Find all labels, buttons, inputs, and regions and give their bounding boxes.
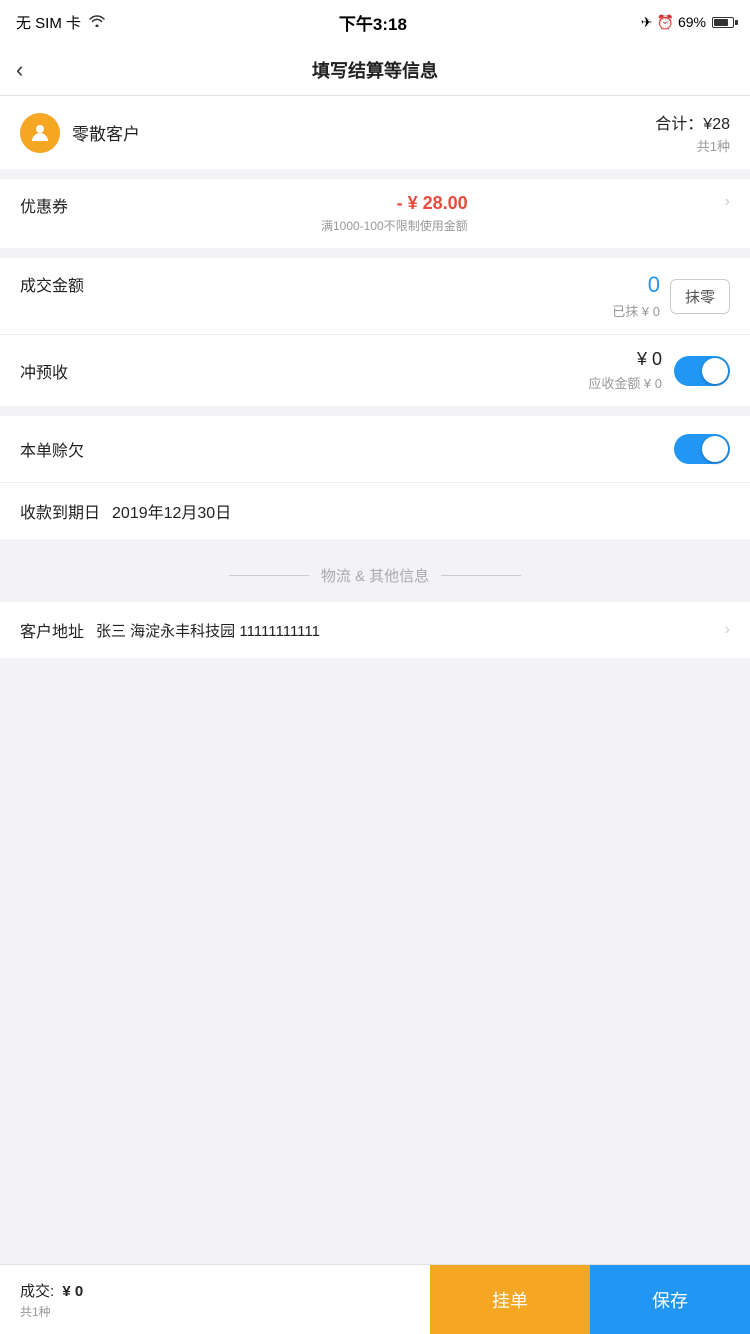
prepayment-sub: 应收金额 ¥ 0 [588, 373, 662, 392]
due-date-label: 收款到期日 [20, 499, 100, 523]
alarm-icon: ⏰ [657, 14, 674, 31]
transaction-section: 成交金额 0 已抹 ¥ 0 抹零 冲预收 ¥ 0 应收金额 ¥ 0 [0, 258, 750, 406]
summary-deal-amount: ¥ 0 [62, 1283, 83, 1300]
toggle-knob [702, 358, 728, 384]
prepayment-values: ¥ 0 应收金额 ¥ 0 [588, 349, 662, 392]
bottom-summary: 成交: ¥ 0 共1种 [0, 1280, 430, 1320]
customer-row: 零散客户 合计：¥28 共1种 [0, 96, 750, 169]
due-date-value: 2019年12月30日 [112, 499, 231, 523]
address-chevron-icon: › [725, 621, 730, 639]
bottom-bar: 成交: ¥ 0 共1种 挂单 保存 [0, 1264, 750, 1334]
customer-left: 零散客户 [20, 113, 140, 153]
address-value: 张三 海淀永丰科技园 11111111111 [96, 620, 721, 641]
address-row[interactable]: 客户地址 张三 海淀永丰科技园 11111111111 › [0, 602, 750, 658]
divider-2 [0, 248, 750, 258]
round-zero-button[interactable]: 抹零 [670, 279, 730, 314]
back-button[interactable]: ‹ [16, 57, 23, 83]
bottom-fill [0, 658, 750, 908]
coupon-right: - ¥ 28.00 满1000-100不限制使用金额 [321, 193, 468, 234]
debt-section: 本单赊欠 收款到期日 2019年12月30日 [0, 416, 750, 539]
customer-count: 共1种 [655, 136, 730, 155]
avatar [20, 113, 60, 153]
prepayment-row: 冲预收 ¥ 0 应收金额 ¥ 0 [0, 334, 750, 406]
transaction-value: 0 [612, 272, 660, 298]
prepayment-right: ¥ 0 应收金额 ¥ 0 [588, 349, 730, 392]
coupon-label: 优惠券 [20, 193, 68, 217]
bottom-summary-count: 共1种 [20, 1303, 410, 1320]
page-title: 填写结算等信息 [312, 57, 438, 83]
transaction-label: 成交金额 [20, 272, 84, 296]
battery-icon [712, 17, 734, 28]
status-right: ✈ ⏰ 69% [641, 14, 734, 31]
divider-1 [0, 169, 750, 179]
coupon-amount: - ¥ 28.00 [321, 193, 468, 214]
prepayment-label: 冲预收 [20, 359, 68, 383]
summary-deal-label: 成交: [20, 1283, 54, 1300]
nav-bar: ‹ 填写结算等信息 [0, 44, 750, 96]
divider-3 [0, 406, 750, 416]
transaction-right: 0 已抹 ¥ 0 抹零 [612, 272, 730, 320]
customer-total: 合计：¥28 [655, 110, 730, 134]
save-button[interactable]: 保存 [590, 1265, 750, 1334]
debt-row: 本单赊欠 [0, 416, 750, 482]
transaction-row: 成交金额 0 已抹 ¥ 0 抹零 [0, 258, 750, 334]
chevron-right-icon: › [725, 193, 730, 211]
divider-4 [0, 539, 750, 549]
status-time: 下午3:18 [339, 10, 407, 35]
status-left: 无 SIM 卡 [16, 12, 105, 33]
transaction-deducted: 已抹 ¥ 0 [612, 301, 660, 320]
wifi-icon [89, 15, 105, 30]
logistics-label: 物流 & 其他信息 [321, 565, 429, 586]
customer-right: 合计：¥28 共1种 [655, 110, 730, 155]
location-icon: ✈ [641, 14, 653, 31]
prepayment-toggle[interactable] [674, 356, 730, 386]
no-sim-label: 无 SIM 卡 [16, 12, 81, 33]
hang-order-button[interactable]: 挂单 [430, 1265, 590, 1334]
logistics-header: 物流 & 其他信息 [0, 549, 750, 602]
due-date-row: 收款到期日 2019年12月30日 [0, 482, 750, 539]
debt-label: 本单赊欠 [20, 437, 84, 461]
debt-toggle[interactable] [674, 434, 730, 464]
coupon-desc: 满1000-100不限制使用金额 [321, 217, 468, 234]
address-label: 客户地址 [20, 618, 84, 642]
coupon-section: 优惠券 - ¥ 28.00 满1000-100不限制使用金额 › [0, 179, 750, 248]
bottom-summary-title: 成交: ¥ 0 [20, 1280, 410, 1301]
status-bar: 无 SIM 卡 下午3:18 ✈ ⏰ 69% [0, 0, 750, 44]
debt-toggle-knob [702, 436, 728, 462]
customer-name: 零散客户 [72, 120, 140, 145]
coupon-row[interactable]: 优惠券 - ¥ 28.00 满1000-100不限制使用金额 › [0, 179, 750, 248]
address-section: 客户地址 张三 海淀永丰科技园 11111111111 › [0, 602, 750, 658]
prepayment-amount: ¥ 0 [588, 349, 662, 370]
customer-section: 零散客户 合计：¥28 共1种 [0, 96, 750, 169]
address-chevron: › [721, 621, 730, 639]
battery-percent: 69% [678, 14, 706, 30]
